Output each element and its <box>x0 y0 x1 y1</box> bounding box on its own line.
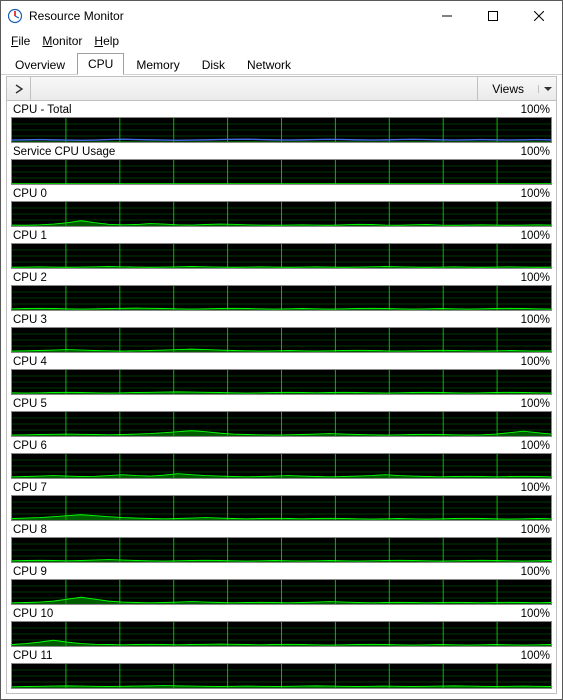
graph-scale: 100% <box>521 272 550 284</box>
graph-cpu-5: CPU 5 100% <box>11 397 552 437</box>
titlebar[interactable]: Resource Monitor <box>1 1 562 31</box>
graph-cpu-2: CPU 2 100% <box>11 271 552 311</box>
graph-canvas <box>11 159 552 185</box>
graphs-container[interactable]: CPU - Total100%Service CPU Usage100%CPU … <box>7 101 556 693</box>
graph-toolbar: Views <box>7 77 556 101</box>
minimize-button[interactable] <box>424 1 470 31</box>
graph-label: CPU 0 <box>13 188 47 200</box>
menu-help[interactable]: Help <box>88 32 125 50</box>
graph-label: CPU 5 <box>13 398 47 410</box>
graph-cpu-1: CPU 1 100% <box>11 229 552 269</box>
graph-cpu-8: CPU 8 100% <box>11 523 552 563</box>
graph-cpu-6: CPU 6 100% <box>11 439 552 479</box>
graph-canvas <box>11 579 552 605</box>
graph-label: CPU 10 <box>13 608 53 620</box>
app-icon <box>7 8 23 24</box>
views-dropdown[interactable]: Views <box>477 77 556 100</box>
graph-label: CPU - Total <box>13 104 72 116</box>
menu-monitor[interactable]: Monitor <box>36 32 88 50</box>
maximize-button[interactable] <box>470 1 516 31</box>
graph-scale: 100% <box>521 356 550 368</box>
graph-label: CPU 1 <box>13 230 47 242</box>
graph-cpu-0: CPU 0 100% <box>11 187 552 227</box>
graph-cpu-11: CPU 11 100% <box>11 649 552 689</box>
tabbar: Overview CPU Memory Disk Network <box>1 51 562 75</box>
graph-canvas <box>11 537 552 563</box>
tab-memory[interactable]: Memory <box>126 55 189 75</box>
graph-label: CPU 6 <box>13 440 47 452</box>
graph-canvas <box>11 453 552 479</box>
graph-cpu-10: CPU 10 100% <box>11 607 552 647</box>
views-label: Views <box>478 82 538 96</box>
graph-label: CPU 9 <box>13 566 47 578</box>
graph-canvas <box>11 327 552 353</box>
graph-label: CPU 2 <box>13 272 47 284</box>
graph-cpu-7: CPU 7 100% <box>11 481 552 521</box>
graph-cpu-4: CPU 4 100% <box>11 355 552 395</box>
window-title: Resource Monitor <box>29 9 424 23</box>
graph-scale: 100% <box>521 566 550 578</box>
tab-disk[interactable]: Disk <box>192 55 235 75</box>
graph-label: CPU 3 <box>13 314 47 326</box>
graph-canvas <box>11 663 552 689</box>
graph-cpu-total: CPU - Total 100% <box>11 103 552 143</box>
content-pane: Views CPU - Total 100% Service CPU Usage 10… <box>6 76 557 694</box>
graph-canvas <box>11 201 552 227</box>
tab-overview[interactable]: Overview <box>5 55 75 75</box>
tab-network[interactable]: Network <box>237 55 301 75</box>
graph-service-cpu-usage: Service CPU Usage 100% <box>11 145 552 185</box>
graph-cpu-3: CPU 3 100% <box>11 313 552 353</box>
graph-label: Service CPU Usage <box>13 146 115 158</box>
chevron-down-icon <box>538 85 556 93</box>
collapse-button[interactable] <box>7 77 31 100</box>
menu-file[interactable]: File <box>5 32 36 50</box>
graph-scale: 100% <box>521 524 550 536</box>
graph-canvas <box>11 117 552 143</box>
graph-scale: 100% <box>521 314 550 326</box>
graph-scale: 100% <box>521 104 550 116</box>
graph-scale: 100% <box>521 608 550 620</box>
graph-scale: 100% <box>521 650 550 662</box>
graph-canvas <box>11 369 552 395</box>
graph-canvas <box>11 243 552 269</box>
graph-scale: 100% <box>521 146 550 158</box>
graph-scale: 100% <box>521 398 550 410</box>
menubar: File Monitor Help <box>1 31 562 51</box>
graph-canvas <box>11 621 552 647</box>
graph-canvas <box>11 495 552 521</box>
close-button[interactable] <box>516 1 562 31</box>
graph-canvas <box>11 411 552 437</box>
graph-label: CPU 7 <box>13 482 47 494</box>
graph-scale: 100% <box>521 188 550 200</box>
graph-cpu-9: CPU 9 100% <box>11 565 552 605</box>
graph-scale: 100% <box>521 440 550 452</box>
graph-scale: 100% <box>521 482 550 494</box>
tab-cpu[interactable]: CPU <box>77 53 124 75</box>
chevron-right-icon <box>14 84 24 94</box>
graph-scale: 100% <box>521 230 550 242</box>
graph-label: CPU 8 <box>13 524 47 536</box>
graph-canvas <box>11 285 552 311</box>
graph-label: CPU 4 <box>13 356 47 368</box>
graph-label: CPU 11 <box>13 650 52 662</box>
